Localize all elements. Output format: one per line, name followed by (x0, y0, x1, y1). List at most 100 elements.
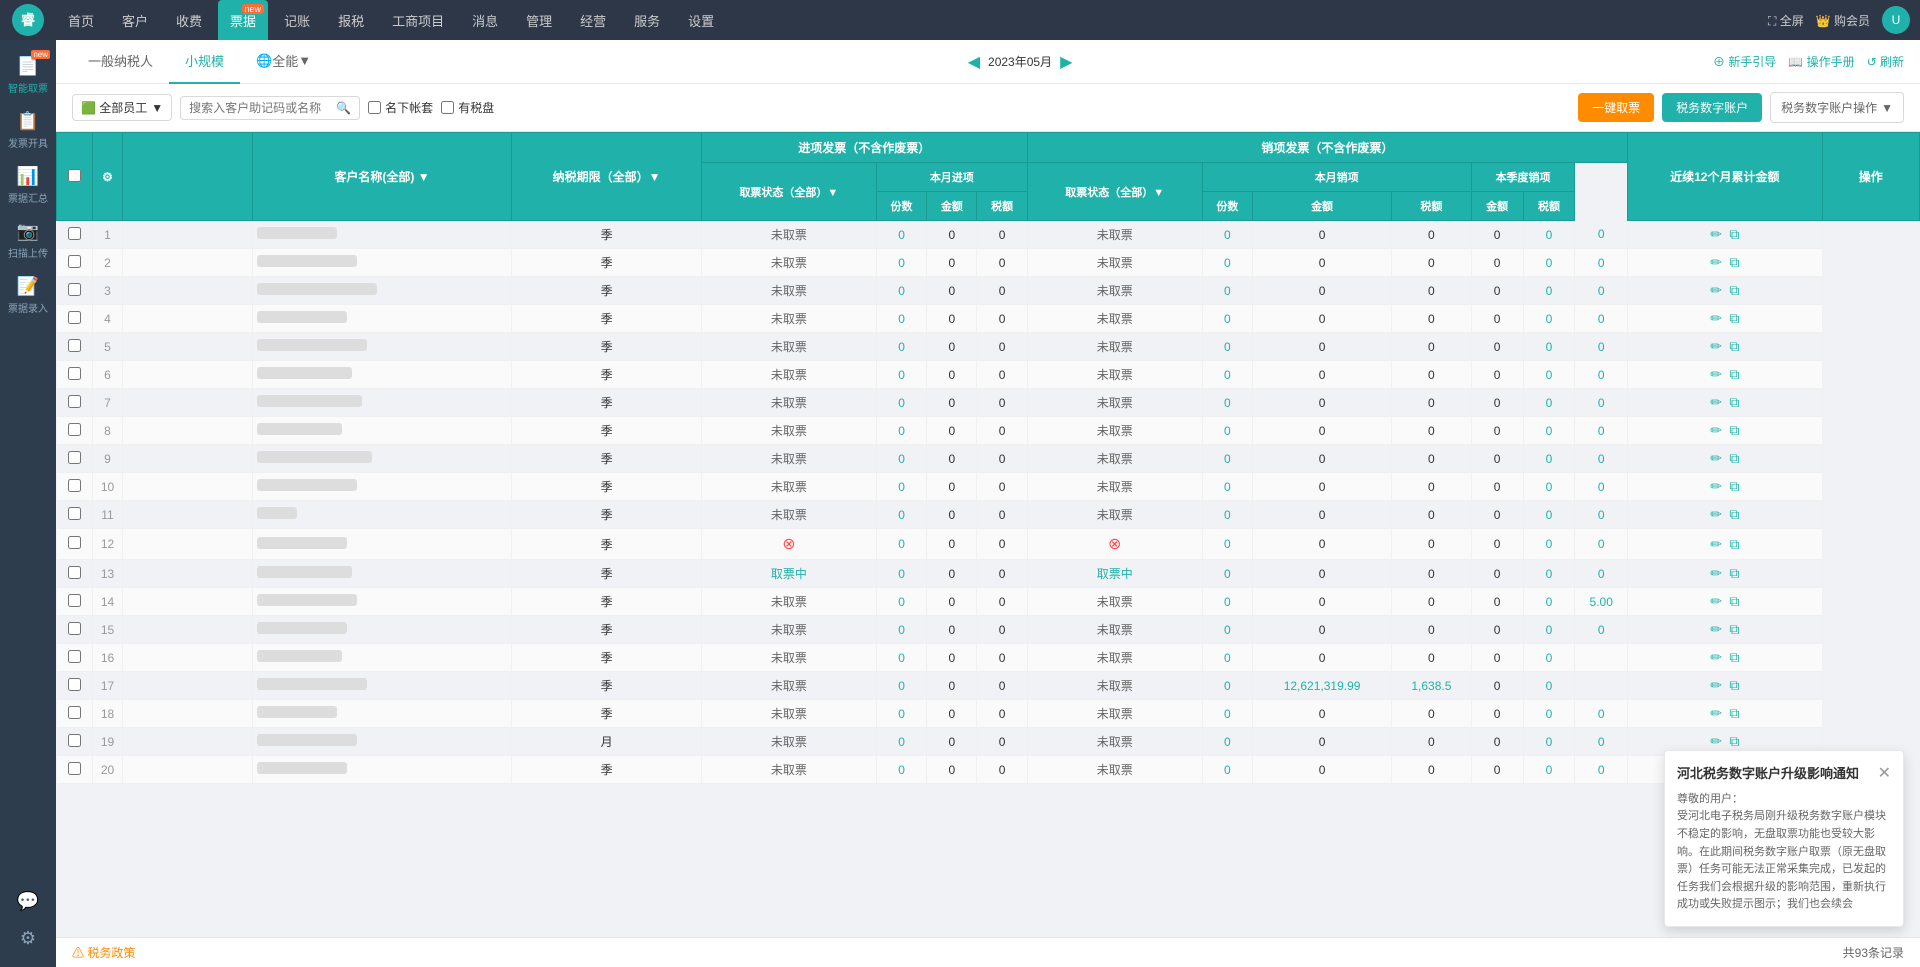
row-out-amount[interactable]: 0 (1253, 361, 1392, 389)
row-client-name[interactable] (252, 529, 512, 560)
copy-btn[interactable]: ⧉ (1729, 649, 1739, 665)
row-out-tax[interactable]: 0 (1392, 588, 1472, 616)
row-out-status[interactable]: 未取票 (1027, 361, 1202, 389)
row-client-name[interactable] (252, 221, 512, 249)
row-cumulative[interactable]: 5.00 (1575, 588, 1627, 616)
sidebar-item-scan-upload[interactable]: 📷 扫描上传 (0, 213, 56, 268)
row-sale-tax[interactable]: 0 (1523, 417, 1575, 445)
row-in-amount[interactable]: 0 (927, 221, 977, 249)
row-sale-tax[interactable]: 0 (1523, 445, 1575, 473)
row-in-tax[interactable]: 0 (977, 277, 1027, 305)
edit-btn[interactable]: ✏ (1710, 338, 1722, 354)
row-in-amount[interactable]: 0 (927, 700, 977, 728)
row-out-status[interactable]: 未取票 (1027, 277, 1202, 305)
row-in-tax[interactable]: 0 (977, 560, 1027, 588)
fullscreen-btn[interactable]: ⛶ 全屏 (1768, 12, 1804, 29)
member-btn[interactable]: 👑 购会员 (1816, 12, 1870, 29)
row-cumulative[interactable]: 0 (1575, 529, 1627, 560)
row-cumulative[interactable]: 0 (1575, 700, 1627, 728)
row-cumulative[interactable] (1575, 644, 1627, 672)
row-client-name[interactable] (252, 361, 512, 389)
row-in-status[interactable]: 未取票 (701, 277, 876, 305)
row-in-amount[interactable]: 0 (927, 672, 977, 700)
header-in-fetch-status[interactable]: 取票状态（全部）▼ (701, 163, 876, 221)
copy-btn[interactable]: ⧉ (1729, 338, 1739, 354)
row-checkbox[interactable] (57, 389, 93, 417)
row-client-name[interactable] (252, 473, 512, 501)
row-out-amount[interactable]: 0 (1253, 445, 1392, 473)
sidebar-item-gear[interactable]: ⚙ (17, 920, 39, 957)
copy-btn[interactable]: ⧉ (1729, 254, 1739, 270)
row-out-amount[interactable]: 0 (1253, 277, 1392, 305)
row-in-amount[interactable]: 0 (927, 277, 977, 305)
row-out-amount[interactable]: 0 (1253, 417, 1392, 445)
row-in-amount[interactable]: 0 (927, 361, 977, 389)
row-out-amount[interactable]: 0 (1253, 728, 1392, 756)
sidebar-item-issue-invoice[interactable]: 📋 发票开具 (0, 103, 56, 158)
row-in-shares[interactable]: 0 (876, 672, 926, 700)
row-client-name[interactable] (252, 672, 512, 700)
copy-btn[interactable]: ⧉ (1729, 677, 1739, 693)
row-in-shares[interactable]: 0 (876, 644, 926, 672)
header-in-tax[interactable]: 税额 (977, 192, 1027, 221)
row-out-tax[interactable]: 0 (1392, 473, 1472, 501)
row-in-status[interactable]: 未取票 (701, 700, 876, 728)
row-out-amount[interactable]: 0 (1253, 305, 1392, 333)
row-in-shares[interactable]: 0 (876, 473, 926, 501)
row-out-amount[interactable]: 0 (1253, 616, 1392, 644)
row-out-tax[interactable]: 0 (1392, 529, 1472, 560)
tax-digital-account-ops-btn[interactable]: 税务数字账户操作 ▼ (1770, 92, 1904, 123)
row-sale-tax[interactable]: 0 (1523, 588, 1575, 616)
row-in-status[interactable]: 未取票 (701, 249, 876, 277)
sidebar-item-messages[interactable]: 💬 (17, 883, 39, 920)
row-in-shares[interactable]: 0 (876, 305, 926, 333)
row-client-name[interactable] (252, 501, 512, 529)
row-out-status[interactable]: 未取票 (1027, 501, 1202, 529)
row-out-shares[interactable]: 0 (1202, 221, 1252, 249)
nav-operation[interactable]: 经营 (568, 0, 618, 40)
row-sale-tax[interactable]: 0 (1523, 529, 1575, 560)
row-in-tax[interactable]: 0 (977, 249, 1027, 277)
row-in-status[interactable]: ⊗ (701, 529, 876, 560)
row-checkbox[interactable] (57, 417, 93, 445)
row-client-name[interactable] (252, 389, 512, 417)
header-in-shares[interactable]: 份数 (876, 192, 926, 221)
row-cumulative[interactable]: 0 (1575, 305, 1627, 333)
row-client-name[interactable] (252, 249, 512, 277)
row-client-name[interactable] (252, 333, 512, 361)
row-out-tax[interactable]: 0 (1392, 560, 1472, 588)
row-sale-tax[interactable]: 0 (1523, 473, 1575, 501)
row-sale-tax[interactable]: 0 (1523, 616, 1575, 644)
row-in-tax[interactable]: 0 (977, 756, 1027, 784)
notification-close-btn[interactable]: ✕ (1878, 763, 1891, 783)
row-in-amount[interactable]: 0 (927, 644, 977, 672)
row-sale-tax[interactable]: 0 (1523, 644, 1575, 672)
sidebar-item-smart-ticket[interactable]: 📄 智能取票 new (0, 48, 56, 103)
copy-btn[interactable]: ⧉ (1729, 450, 1739, 466)
row-out-tax[interactable]: 0 (1392, 333, 1472, 361)
row-in-amount[interactable]: 0 (927, 501, 977, 529)
row-out-shares[interactable]: 0 (1202, 473, 1252, 501)
header-settings[interactable]: ⚙ (93, 133, 123, 221)
row-in-tax[interactable]: 0 (977, 221, 1027, 249)
row-in-amount[interactable]: 0 (927, 249, 977, 277)
header-out-shares[interactable]: 份数 (1202, 192, 1252, 221)
row-cumulative[interactable]: 0 (1575, 249, 1627, 277)
row-checkbox[interactable] (57, 277, 93, 305)
nav-accounting[interactable]: 记账 (272, 0, 322, 40)
copy-btn[interactable]: ⧉ (1729, 422, 1739, 438)
row-cumulative[interactable]: 0 (1575, 616, 1627, 644)
new-user-guide-btn[interactable]: ⊕ 新手引导 (1713, 53, 1776, 70)
row-cumulative[interactable]: 0 (1575, 221, 1627, 249)
row-in-shares[interactable]: 0 (876, 249, 926, 277)
row-in-amount[interactable]: 0 (927, 560, 977, 588)
row-out-tax[interactable]: 0 (1392, 501, 1472, 529)
tab-general-taxpayer[interactable]: 一般纳税人 (72, 40, 169, 84)
row-sale-tax[interactable]: 0 (1523, 560, 1575, 588)
edit-btn[interactable]: ✏ (1710, 506, 1722, 522)
row-cumulative[interactable]: 0 (1575, 560, 1627, 588)
row-out-status[interactable]: ⊗ (1027, 529, 1202, 560)
row-checkbox[interactable] (57, 728, 93, 756)
row-cumulative[interactable]: 0 (1575, 417, 1627, 445)
row-in-amount[interactable]: 0 (927, 333, 977, 361)
